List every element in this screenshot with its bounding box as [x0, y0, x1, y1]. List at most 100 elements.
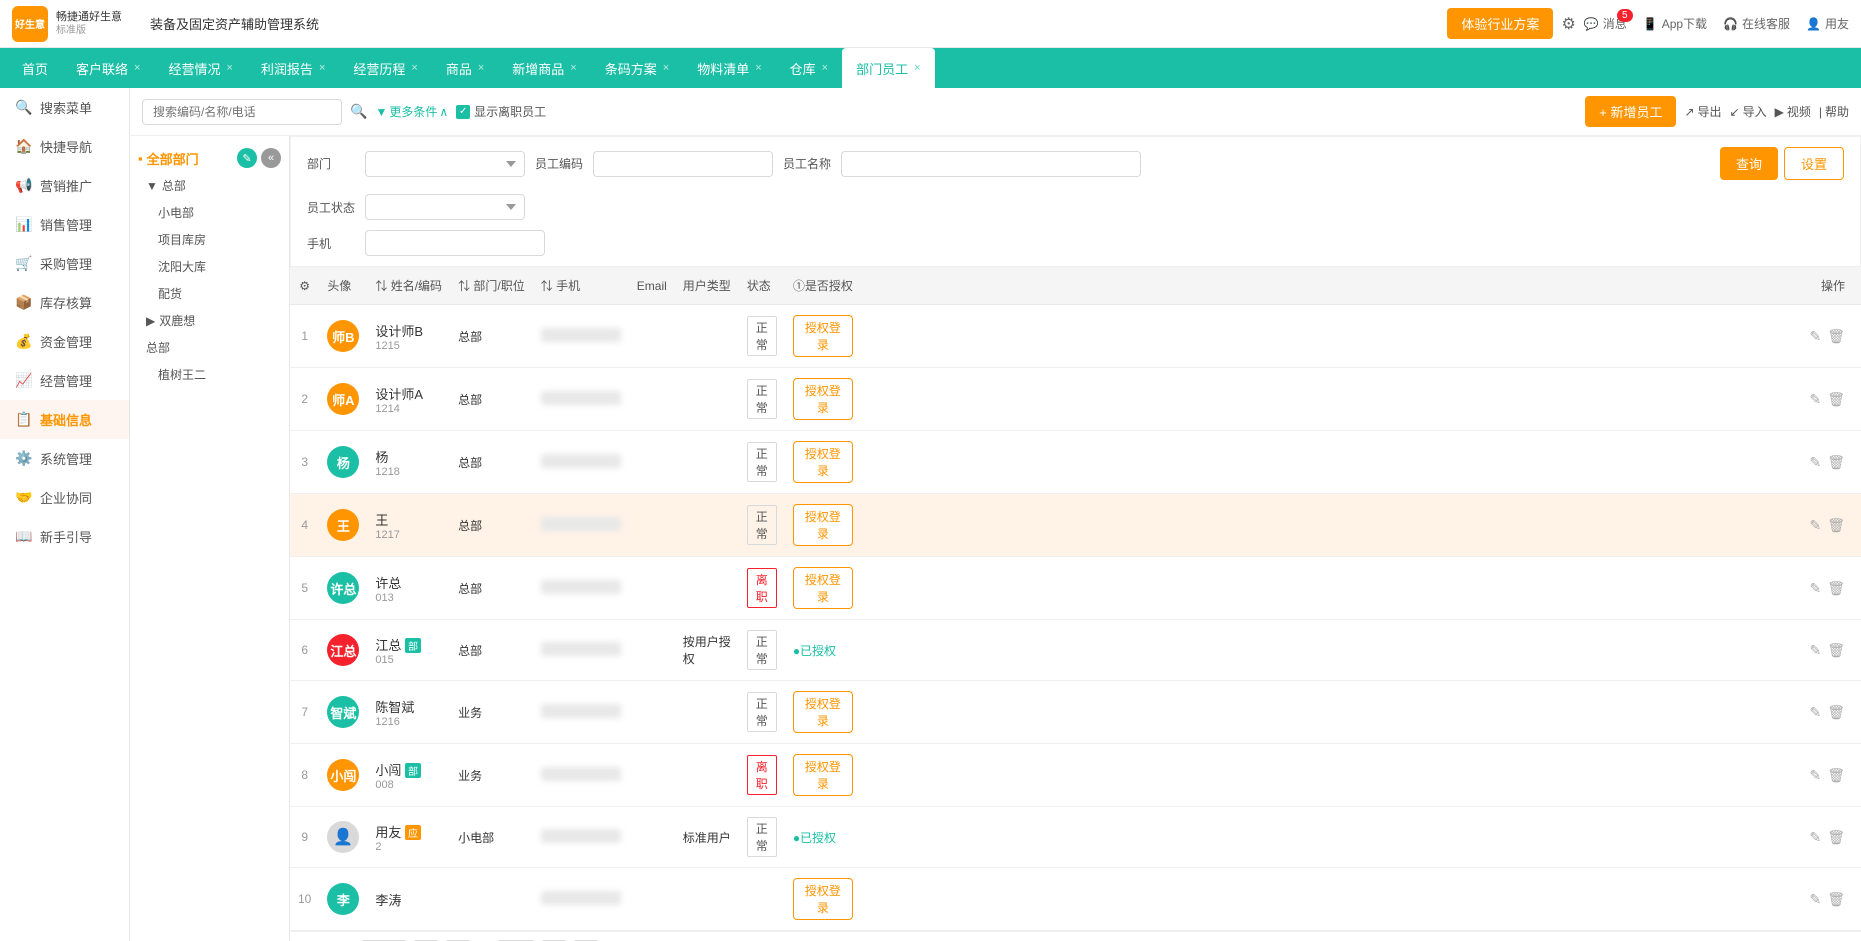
emp-status-select[interactable]	[365, 194, 525, 220]
trial-button[interactable]: 体验行业方案	[1447, 8, 1553, 39]
dept-tree-item-zongbu[interactable]: ▼ 总部	[130, 172, 289, 199]
sidebar-item-sales[interactable]: 📊 销售管理	[0, 205, 129, 244]
close-icon[interactable]: ×	[822, 62, 828, 74]
tab-barcode[interactable]: 条码方案×	[591, 48, 683, 88]
edit-button[interactable]: ✎	[1809, 642, 1821, 659]
edit-button[interactable]: ✎	[1809, 829, 1821, 846]
close-icon[interactable]: ×	[478, 62, 484, 74]
close-icon[interactable]: ×	[226, 62, 232, 74]
phone-input[interactable]	[365, 230, 545, 256]
col-settings[interactable]: ⚙	[290, 267, 319, 305]
edit-button[interactable]: ✎	[1809, 328, 1821, 345]
sidebar-item-enterprise[interactable]: 🤝 企业协同	[0, 478, 129, 517]
query-button[interactable]: 查询	[1720, 147, 1778, 180]
delete-button[interactable]: 🗑	[1827, 580, 1845, 597]
dept-tree-item-zhishu[interactable]: 植树王二	[130, 361, 289, 388]
sidebar-item-search-menu[interactable]: 🔍 搜索菜单	[0, 88, 129, 127]
delete-button[interactable]: 🗑	[1827, 829, 1845, 846]
delete-button[interactable]: 🗑	[1827, 517, 1845, 534]
tab-customer[interactable]: 客户联络×	[62, 48, 154, 88]
close-icon[interactable]: ×	[411, 62, 417, 74]
sidebar-item-basic[interactable]: 📋 基础信息	[0, 400, 129, 439]
add-employee-button[interactable]: + 新增员工	[1585, 96, 1676, 127]
sidebar-item-operation[interactable]: 📈 经营管理	[0, 361, 129, 400]
search-input[interactable]	[142, 99, 342, 125]
col-name[interactable]: ⇅ 姓名/编码	[367, 267, 450, 305]
user-menu[interactable]: 👤 用友	[1806, 15, 1849, 32]
auth-button[interactable]: 授权登录	[793, 378, 853, 420]
auth-button[interactable]: 授权登录	[793, 504, 853, 546]
edit-button[interactable]: ✎	[1809, 454, 1821, 471]
import-button[interactable]: ↙ 导入	[1730, 103, 1767, 120]
email-cell	[629, 744, 675, 807]
sidebar-item-finance[interactable]: 💰 资金管理	[0, 322, 129, 361]
tab-bom[interactable]: 物料清单×	[683, 48, 775, 88]
show-resigned-checkbox-label[interactable]: ✓ 显示离职员工	[456, 103, 546, 120]
online-service-button[interactable]: 🎧 在线客服	[1723, 15, 1790, 32]
auth-button[interactable]: 授权登录	[793, 878, 853, 920]
tab-profit[interactable]: 利润报告×	[247, 48, 339, 88]
dept-tree-item-zongbu2[interactable]: 总部	[130, 334, 289, 361]
close-icon[interactable]: ×	[914, 62, 920, 74]
auth-button[interactable]: 授权登录	[793, 441, 853, 483]
edit-button[interactable]: ✎	[1809, 891, 1821, 908]
edit-button[interactable]: ✎	[1809, 767, 1821, 784]
dept-tree-item-peihuo[interactable]: 配货	[130, 280, 289, 307]
sidebar-item-inventory[interactable]: 📦 库存核算	[0, 283, 129, 322]
delete-button[interactable]: 🗑	[1827, 704, 1845, 721]
gear-icon[interactable]: ⚙	[1561, 14, 1575, 34]
tab-warehouse[interactable]: 仓库×	[776, 48, 842, 88]
sidebar-item-quick-nav[interactable]: 🏠 快捷导航	[0, 127, 129, 166]
dept-tree-item-xiangmu[interactable]: 项目库房	[130, 226, 289, 253]
emp-name-input[interactable]	[841, 151, 1141, 177]
auth-button[interactable]: 授权登录	[793, 315, 853, 357]
auth-button[interactable]: 授权登录	[793, 691, 853, 733]
user-type-value: 按用户授权	[683, 635, 731, 666]
delete-button[interactable]: 🗑	[1827, 891, 1845, 908]
export-button[interactable]: ↗ 导出	[1684, 103, 1721, 120]
delete-button[interactable]: 🗑	[1827, 391, 1845, 408]
sidebar-item-guide[interactable]: 📖 新手引导	[0, 517, 129, 556]
delete-button[interactable]: 🗑	[1827, 328, 1845, 345]
settings-button[interactable]: 设置	[1784, 147, 1844, 180]
tab-new-goods[interactable]: 新增商品×	[498, 48, 590, 88]
close-icon[interactable]: ×	[134, 62, 140, 74]
tab-journey[interactable]: 经营历程×	[339, 48, 431, 88]
tab-operation[interactable]: 经营情况×	[154, 48, 246, 88]
more-filters-button[interactable]: ▼ 更多条件 ∧	[375, 103, 448, 120]
app-download-button[interactable]: 📱 App下载	[1643, 15, 1707, 32]
close-icon[interactable]: ×	[319, 62, 325, 74]
phone-cell	[533, 494, 629, 557]
delete-button[interactable]: 🗑	[1827, 767, 1845, 784]
sidebar-item-purchase[interactable]: 🛒 采购管理	[0, 244, 129, 283]
auth-button[interactable]: 授权登录	[793, 754, 853, 796]
col-phone[interactable]: ⇅ 手机	[533, 267, 629, 305]
dept-tree-edit-button[interactable]: ✎	[237, 148, 257, 168]
dept-tree-collapse-button[interactable]: «	[261, 148, 281, 168]
dept-tree-item-shuangluxiang[interactable]: ▶ 双鹿想	[130, 307, 289, 334]
message-button[interactable]: 💬 消息 5	[1584, 15, 1627, 32]
delete-button[interactable]: 🗑	[1827, 642, 1845, 659]
view-button[interactable]: ▶ 视频	[1775, 103, 1811, 120]
close-icon[interactable]: ×	[570, 62, 576, 74]
edit-button[interactable]: ✎	[1809, 517, 1821, 534]
close-icon[interactable]: ×	[755, 62, 761, 74]
tab-employee[interactable]: 部门员工×	[842, 48, 934, 88]
edit-button[interactable]: ✎	[1809, 704, 1821, 721]
col-dept[interactable]: ⇅ 部门/职位	[450, 267, 533, 305]
dept-tree-item-xiaodianbu[interactable]: 小电部	[130, 199, 289, 226]
emp-code-input[interactable]	[593, 151, 773, 177]
auth-button[interactable]: 授权登录	[793, 567, 853, 609]
tab-home[interactable]: 首页	[8, 48, 62, 88]
edit-button[interactable]: ✎	[1809, 580, 1821, 597]
dept-select[interactable]	[365, 151, 525, 177]
sidebar-item-marketing[interactable]: 📢 营销推广	[0, 166, 129, 205]
tab-goods[interactable]: 商品×	[432, 48, 498, 88]
delete-button[interactable]: 🗑	[1827, 454, 1845, 471]
edit-button[interactable]: ✎	[1809, 391, 1821, 408]
dept-tree-item-shenyang[interactable]: 沈阳大库	[130, 253, 289, 280]
close-icon[interactable]: ×	[663, 62, 669, 74]
sidebar-item-system[interactable]: ⚙️ 系统管理	[0, 439, 129, 478]
search-button[interactable]: 🔍	[350, 103, 367, 120]
help-button[interactable]: | 帮助	[1819, 103, 1849, 120]
